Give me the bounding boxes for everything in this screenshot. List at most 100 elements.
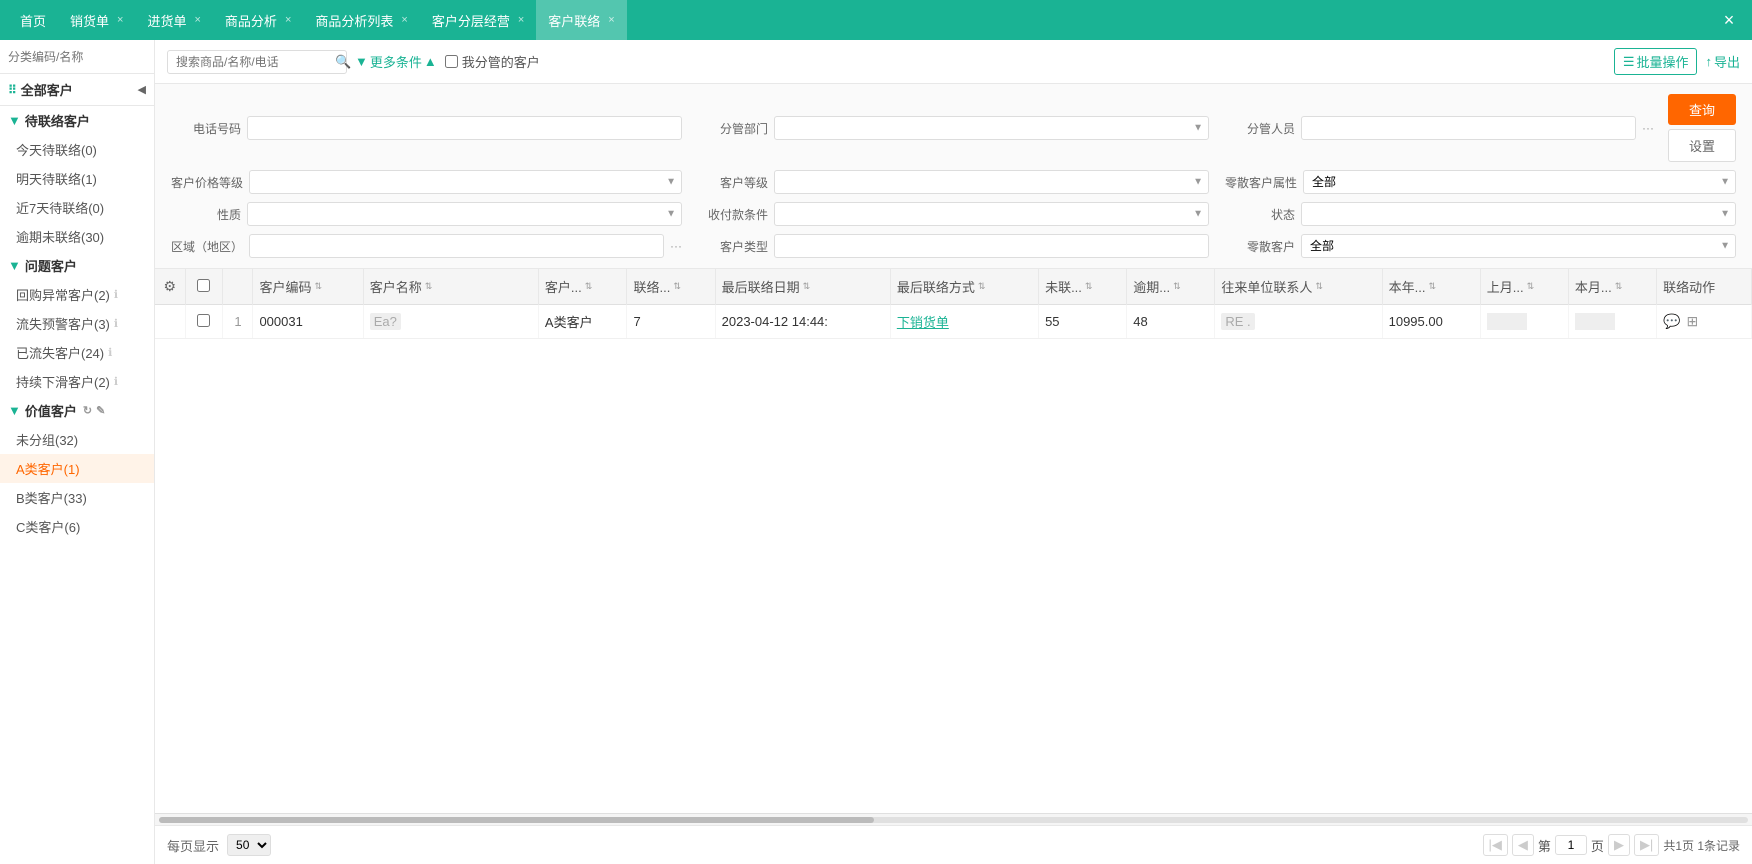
filter-nature-wrap: ▼: [247, 202, 682, 226]
nav-purchase[interactable]: 进货单 ×: [135, 0, 212, 40]
sidebar: 🔍 ⠿ 全部客户 ◀ ▼ 待联络客户 今天待联络(0) 明天待联络(1) 近7天…: [0, 40, 155, 864]
nav-sales[interactable]: 销货单 ×: [58, 0, 135, 40]
sort-code-icon[interactable]: ⇅: [314, 281, 322, 292]
last-page-button[interactable]: ▶|: [1634, 834, 1659, 856]
comment-action-icon[interactable]: 💬: [1663, 313, 1680, 330]
per-page-select[interactable]: 50: [227, 834, 271, 856]
sidebar-item-declining[interactable]: 持续下滑客户(2) ℹ: [0, 367, 154, 396]
sort-type-icon[interactable]: ⇅: [585, 281, 593, 292]
filter-scatter-customer: 零散客户 全部 ▼: [1225, 234, 1736, 258]
grid-action-icon[interactable]: ⊞: [1687, 313, 1699, 330]
sort-lastmethod-icon[interactable]: ⇅: [978, 281, 986, 292]
sidebar-item-7days[interactable]: 近7天待联络(0): [0, 193, 154, 222]
sort-name-icon[interactable]: ⇅: [425, 281, 433, 292]
sidebar-item-unclassified[interactable]: 未分组(32): [0, 425, 154, 454]
filter-person-input[interactable]: [1301, 116, 1636, 140]
nav-analysis[interactable]: 商品分析 ×: [213, 0, 303, 40]
main-search-input[interactable]: [176, 55, 331, 69]
sort-uncontacted-icon[interactable]: ⇅: [1085, 281, 1093, 292]
nav-analysis-list[interactable]: 商品分析列表 ×: [303, 0, 419, 40]
main-search-icon[interactable]: 🔍: [335, 54, 351, 70]
filter-customer-grade: 客户等级 ▼: [698, 170, 1209, 194]
sort-overdue-icon[interactable]: ⇅: [1173, 281, 1181, 292]
sort-contact-icon[interactable]: ⇅: [673, 281, 681, 292]
filter-region-more[interactable]: ···: [670, 239, 682, 253]
settings-cell: [155, 305, 185, 339]
sort-unitcontact-icon[interactable]: ⇅: [1315, 281, 1323, 292]
filter-status-select[interactable]: [1301, 202, 1736, 226]
sort-thismonth-icon[interactable]: ⇅: [1615, 281, 1623, 292]
filter-phone-input[interactable]: [247, 116, 682, 140]
table-body: 1 000031 Ea? A类客户 7 2023-04-12 14:44: 下销…: [155, 305, 1752, 339]
sidebar-group-value[interactable]: ▼ 价值客户 ↻ ✎: [0, 396, 154, 425]
sidebar-item-b-class[interactable]: B类客户(33): [0, 483, 154, 512]
sidebar-item-lost[interactable]: 已流失客户(24) ℹ: [0, 338, 154, 367]
export-button[interactable]: ↑ 导出: [1705, 52, 1740, 71]
row-checkbox[interactable]: [197, 314, 210, 327]
nav-close-sales[interactable]: ×: [117, 14, 123, 26]
refresh-icon[interactable]: ↻: [83, 404, 92, 417]
scrollbar-thumb[interactable]: [159, 817, 874, 823]
edit-icon[interactable]: ✎: [96, 404, 105, 417]
type-column-header: 客户...⇅: [538, 269, 627, 305]
query-button[interactable]: 查询: [1668, 94, 1736, 125]
filter-customer-grade-select[interactable]: [774, 170, 1209, 194]
more-conditions-button[interactable]: ▼ 更多条件 ▲: [355, 52, 437, 71]
page-number-input[interactable]: [1555, 835, 1587, 855]
sort-thisyear-icon[interactable]: ⇅: [1428, 281, 1436, 292]
filter-payment-select[interactable]: [774, 202, 1209, 226]
my-customers-checkbox-area[interactable]: 我分管的客户: [445, 52, 540, 71]
settings-button[interactable]: 设置: [1668, 129, 1736, 162]
table-settings-icon[interactable]: ⚙: [163, 278, 176, 294]
sidebar-item-rebuy-anomaly[interactable]: 回购异常客户(2) ℹ: [0, 280, 154, 309]
next-page-button[interactable]: ▶: [1608, 834, 1630, 856]
filter-customer-type-input[interactable]: [774, 234, 1209, 258]
select-all-checkbox[interactable]: [197, 279, 210, 292]
sidebar-collapse-arrow[interactable]: ◀: [138, 83, 146, 96]
nav-close-analysis-list[interactable]: ×: [401, 14, 407, 26]
filter-price-grade-select[interactable]: [249, 170, 682, 194]
sidebar-search-input[interactable]: [8, 50, 155, 64]
window-close-button[interactable]: ×: [1714, 5, 1744, 35]
filter-status-wrap: ▼: [1301, 202, 1736, 226]
nav-home[interactable]: 首页: [8, 0, 58, 40]
sidebar-group-problem[interactable]: ▼ 问题客户: [0, 251, 154, 280]
nav-customer-segment[interactable]: 客户分层经营 ×: [420, 0, 536, 40]
table-row: 1 000031 Ea? A类客户 7 2023-04-12 14:44: 下销…: [155, 305, 1752, 339]
filter-scatter-customer-select[interactable]: 全部: [1301, 234, 1736, 258]
sort-lastmonth-icon[interactable]: ⇅: [1527, 281, 1535, 292]
sidebar-group-pending[interactable]: ▼ 待联络客户: [0, 106, 154, 135]
first-page-button[interactable]: |◀: [1483, 834, 1508, 856]
batch-ops-button[interactable]: ☰ 批量操作: [1614, 48, 1698, 75]
filter-price-grade-wrap: ▼: [249, 170, 682, 194]
sidebar-item-overdue[interactable]: 逾期未联络(30): [0, 222, 154, 251]
nav-close-customer-contact[interactable]: ×: [608, 14, 614, 26]
filter-scatter-attr-label: 零散客户属性: [1225, 174, 1297, 191]
nav-customer-contact[interactable]: 客户联络 ×: [536, 0, 626, 40]
filter-dept-select[interactable]: [774, 116, 1209, 140]
search-box: 🔍: [167, 50, 347, 74]
my-customers-checkbox[interactable]: [445, 55, 458, 68]
nav-close-analysis[interactable]: ×: [285, 14, 291, 26]
sidebar-item-a-class[interactable]: A类客户(1): [0, 454, 154, 483]
filter-region-input[interactable]: [249, 234, 664, 258]
filter-scatter-attr-select[interactable]: 全部: [1303, 170, 1736, 194]
info-icon-declining: ℹ: [114, 375, 118, 388]
horizontal-scrollbar[interactable]: [155, 813, 1752, 825]
nav-close-customer-segment[interactable]: ×: [518, 14, 524, 26]
main-layout: 🔍 ⠿ 全部客户 ◀ ▼ 待联络客户 今天待联络(0) 明天待联络(1) 近7天…: [0, 40, 1752, 864]
sidebar-item-churn-warning[interactable]: 流失预警客户(3) ℹ: [0, 309, 154, 338]
last-method-link[interactable]: 下销货单: [897, 315, 949, 330]
sort-lastdate-icon[interactable]: ⇅: [803, 281, 811, 292]
sidebar-item-c-class[interactable]: C类客户(6): [0, 512, 154, 541]
filter-person-more[interactable]: ···: [1642, 121, 1654, 135]
nav-close-purchase[interactable]: ×: [194, 14, 200, 26]
filter-status: 状态 ▼: [1225, 202, 1736, 226]
sidebar-item-today[interactable]: 今天待联络(0): [0, 135, 154, 164]
filter-nature-select[interactable]: [247, 202, 682, 226]
prev-page-button[interactable]: ◀: [1512, 834, 1534, 856]
table-header-row: ⚙ 客户编码⇅ 客户名称⇅ 客户...⇅: [155, 269, 1752, 305]
sidebar-item-tomorrow[interactable]: 明天待联络(1): [0, 164, 154, 193]
info-icon-rebuy: ℹ: [114, 288, 118, 301]
filter-payment: 收付款条件 ▼: [698, 202, 1209, 226]
